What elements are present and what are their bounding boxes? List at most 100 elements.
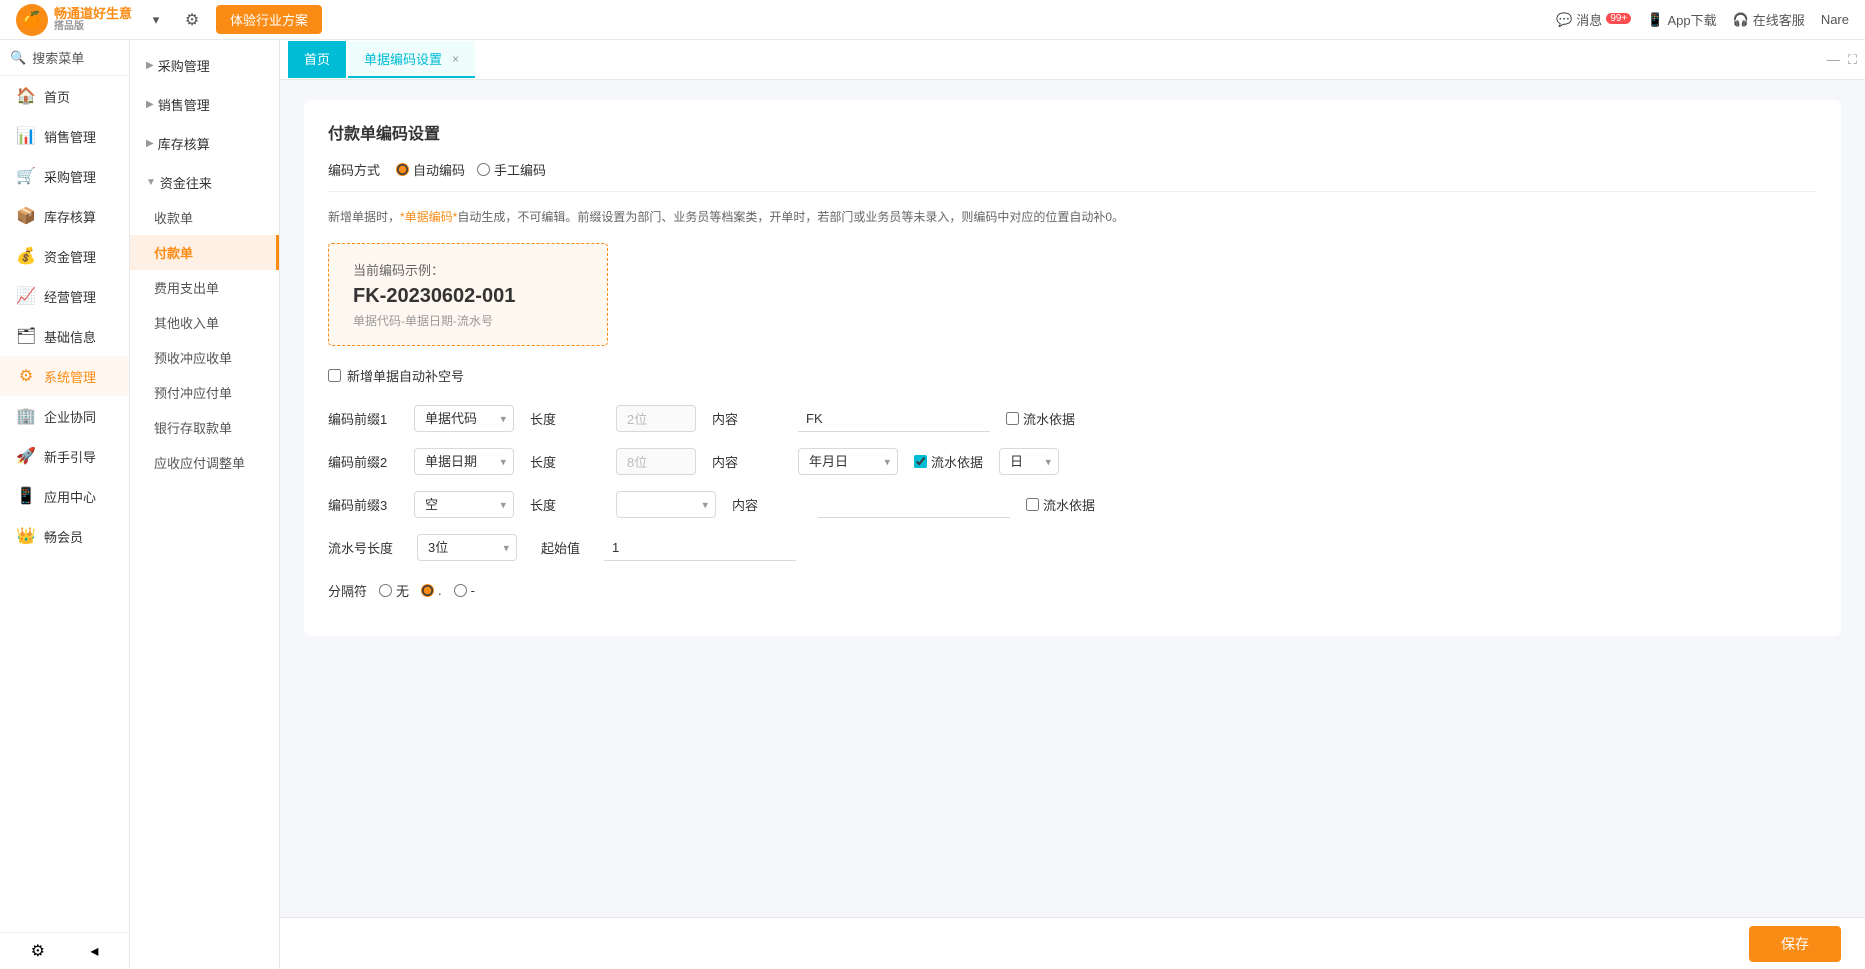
sidebar-item-label: 基础信息 [44,327,96,346]
top-bar: 🍊 畅通道好生意 搭品版 ▾ ⚙ 体验行业方案 💬 消息 99+ 📱 App下载… [0,0,1865,40]
purchase-icon: 🛒 [16,166,36,186]
separator-dash-option[interactable]: - [454,583,475,598]
submenu-title-purchase[interactable]: ▶ 采购管理 [130,48,279,83]
sidebar-item-operations[interactable]: 📈 经营管理 [0,276,129,316]
bottom-collapse-icon[interactable]: ◂ [90,941,98,961]
search-icon: 🔍 [10,50,26,66]
content2-select-wrapper: 年月日 年月 年 [798,448,898,475]
messages-label: 消息 [1576,10,1602,29]
submenu-group-purchase: ▶ 采购管理 [130,48,279,83]
manual-encode-option[interactable]: 手工编码 [477,160,546,179]
sidebar-item-purchase[interactable]: 🛒 采购管理 [0,156,129,196]
industry-solution-button[interactable]: 体验行业方案 [216,5,322,34]
sidebar-item-member[interactable]: 👑 畅会员 [0,516,129,556]
content2-select[interactable]: 年月日 年月 年 [798,448,898,475]
prefix3-select[interactable]: 空 单据代码 部门 [414,491,514,518]
serial-length-label: 流水号长度 [328,538,393,557]
flow3-label: 流水依据 [1043,495,1095,514]
sidebar-item-home[interactable]: 🏠 首页 [0,76,129,116]
minimize-icon[interactable]: — [1827,52,1840,68]
tab-bar: 首页 单据编码设置 × — ⛶ [280,40,1865,80]
appstore-icon: 📱 [16,486,36,506]
operations-icon: 📈 [16,286,36,306]
auto-encode-radio[interactable] [396,163,409,176]
sidebar: 🔍 搜索菜单 🏠 首页 📊 销售管理 🛒 采购管理 📦 库存核算 💰 资金管理 … [0,40,130,969]
auto-encode-option[interactable]: 自动编码 [396,160,465,179]
tab-home[interactable]: 首页 [288,41,346,78]
length1-label: 长度 [530,409,600,428]
tab-encoding-settings[interactable]: 单据编码设置 × [348,41,475,78]
flow2-day-select-wrapper: 日 月 年 [999,448,1059,475]
logo-icon: 🍊 [16,4,48,36]
sidebar-item-label: 系统管理 [44,367,96,386]
main-area: 首页 单据编码设置 × — ⛶ 付款单编码设置 编码方式 [280,40,1865,969]
separator-dot-radio[interactable] [421,584,434,597]
content1-input[interactable] [798,406,990,432]
content2-label: 内容 [712,452,782,471]
search-menu-label: 搜索菜单 [32,48,84,67]
serial-start-input[interactable] [604,535,796,561]
length3-select[interactable]: 2位 4位 [616,491,716,518]
manual-encode-label: 手工编码 [494,160,546,179]
submenu-item-prepay-pay[interactable]: 预付冲应付单 [130,375,279,410]
sidebar-item-system[interactable]: ⚙ 系统管理 [0,356,129,396]
tab-actions: — ⛶ [1827,52,1857,68]
tab-label: 单据编码设置 [364,49,442,68]
flow2-checkbox[interactable] [914,455,927,468]
example-code-desc: 单据代码-单据日期-流水号 [353,312,583,329]
sidebar-item-basic[interactable]: 🗂 基础信息 [0,316,129,356]
separator-none-option[interactable]: 无 [379,581,409,600]
user-profile[interactable]: Nare [1821,12,1849,27]
prefix2-select[interactable]: 单据日期 年月 年月日 [414,448,514,475]
flow1-checkbox[interactable] [1006,412,1019,425]
prefix1-select[interactable]: 单据代码 部门 业务员 空 [414,405,514,432]
flow3-checkbox-label[interactable]: 流水依据 [1026,495,1095,514]
submenu-item-receivable-adjust[interactable]: 应收应付调整单 [130,445,279,480]
separator-dot-option[interactable]: . [421,583,442,598]
submenu-title-sales[interactable]: ▶ 销售管理 [130,87,279,122]
sidebar-item-guide[interactable]: 🚀 新手引导 [0,436,129,476]
arrow-icon-down: ▼ [146,177,156,188]
serial-length-select[interactable]: 3位 4位 5位 6位 [417,534,517,561]
app-download-button[interactable]: 📱 App下载 [1647,10,1716,29]
separator-dash-radio[interactable] [454,584,467,597]
flow2-checkbox-label[interactable]: 流水依据 [914,452,983,471]
submenu-title-finance[interactable]: ▼ 资金往来 [130,165,279,200]
submenu-item-bank-deposit[interactable]: 银行存取款单 [130,410,279,445]
length2-input [616,448,696,475]
sidebar-item-finance[interactable]: 💰 资金管理 [0,236,129,276]
save-button[interactable]: 保存 [1749,926,1841,962]
submenu-group-inventory: ▶ 库存核算 [130,126,279,161]
prefix2-select-wrapper: 单据日期 年月 年月日 [414,448,514,475]
sidebar-item-inventory[interactable]: 📦 库存核算 [0,196,129,236]
tab-close-icon[interactable]: × [452,52,459,66]
submenu-item-prepay-receive[interactable]: 预收冲应收单 [130,340,279,375]
content3-input[interactable] [818,492,1010,518]
fullscreen-icon[interactable]: ⛶ [1848,52,1857,68]
separator-none-radio[interactable] [379,584,392,597]
flow2-label: 流水依据 [931,452,983,471]
sidebar-item-label: 首页 [44,87,70,106]
flow1-checkbox-label[interactable]: 流水依据 [1006,409,1075,428]
example-label: 当前编码示例： [353,260,583,279]
bottom-settings-icon[interactable]: ⚙ [31,941,45,961]
sidebar-item-appstore[interactable]: 📱 应用中心 [0,476,129,516]
submenu-item-receipt[interactable]: 收款单 [130,200,279,235]
sidebar-item-sales[interactable]: 📊 销售管理 [0,116,129,156]
flow3-checkbox[interactable] [1026,498,1039,511]
submenu-item-other-income[interactable]: 其他收入单 [130,305,279,340]
sidebar-item-enterprise[interactable]: 🏢 企业协同 [0,396,129,436]
auto-fill-checkbox[interactable] [328,369,341,382]
search-menu[interactable]: 🔍 搜索菜单 [0,40,129,76]
flow2-day-select[interactable]: 日 月 年 [999,448,1059,475]
serial-length-row: 流水号长度 3位 4位 5位 6位 起始值 [328,534,1817,561]
messages-button[interactable]: 💬 消息 99+ [1556,10,1631,29]
submenu-item-payment[interactable]: 付款单 [130,235,279,270]
submenu-group-sales: ▶ 销售管理 [130,87,279,122]
expand-chevron[interactable]: ▾ [144,8,168,32]
online-service-button[interactable]: 🎧 在线客服 [1733,10,1805,29]
submenu-title-inventory[interactable]: ▶ 库存核算 [130,126,279,161]
settings-icon[interactable]: ⚙ [180,8,204,32]
manual-encode-radio[interactable] [477,163,490,176]
submenu-item-expense[interactable]: 费用支出单 [130,270,279,305]
